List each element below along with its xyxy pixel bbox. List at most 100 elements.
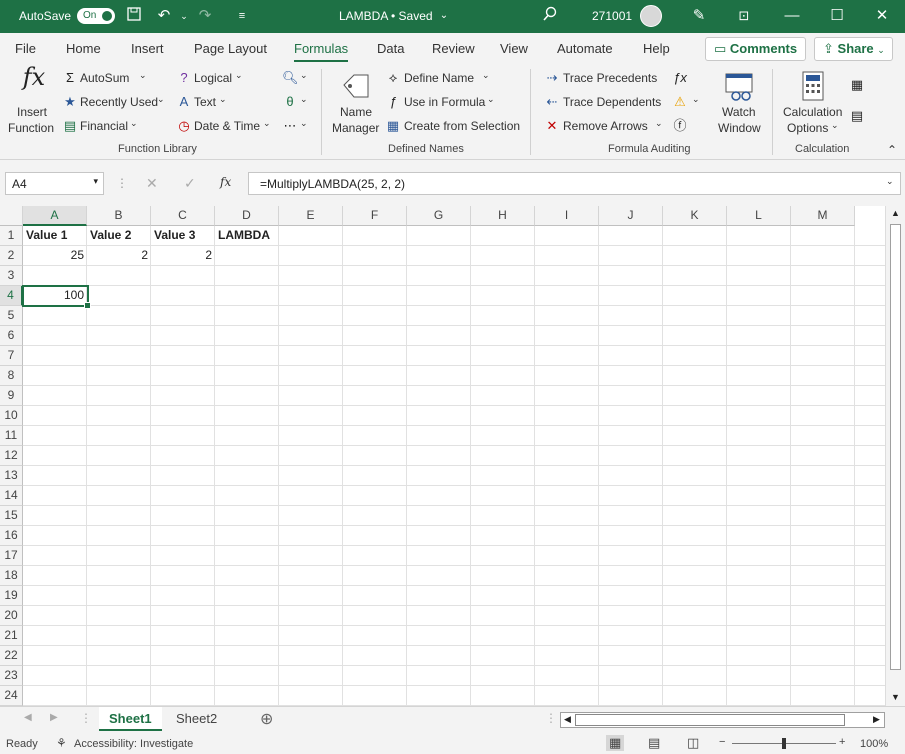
avatar[interactable] [640, 5, 662, 27]
cell-b1[interactable]: Value 2 [87, 226, 151, 246]
more-functions-dropdown-icon[interactable]: ⌄ [300, 118, 308, 129]
insert-function-fx-button[interactable]: fx [220, 175, 231, 189]
row-header-4[interactable]: 4 [0, 286, 23, 306]
math-trig-icon[interactable]: θ [282, 94, 298, 110]
vertical-scrollbar[interactable]: ▲ ▼ [885, 206, 905, 706]
zoom-out-icon[interactable]: − [719, 736, 725, 748]
customize-toolbar-icon[interactable]: ≡ [232, 6, 252, 26]
scroll-right-icon[interactable]: ▶ [873, 714, 880, 725]
share-button[interactable]: ⇪ Share ⌄ [814, 37, 893, 61]
create-from-selection-icon[interactable]: ▦ [385, 118, 401, 134]
row-header-2[interactable]: 2 [0, 246, 23, 266]
text-dropdown-icon[interactable]: ⌄ [219, 94, 227, 105]
redo-icon[interactable]: ↷ [195, 6, 215, 26]
pen-icon[interactable]: ✎ [689, 6, 709, 26]
calculation-options-label[interactable]: Calculation [783, 105, 842, 119]
math-dropdown-icon[interactable]: ⌄ [300, 94, 308, 105]
row-header-1[interactable]: 1 [0, 226, 23, 246]
row-header-17[interactable]: 17 [0, 546, 23, 566]
use-in-formula-button[interactable]: Use in Formula [404, 95, 485, 109]
comments-button[interactable]: ▭ Comments [705, 37, 806, 61]
recently-used-button[interactable]: Recently Used [80, 95, 158, 109]
more-functions-icon[interactable]: ⋯ [282, 118, 298, 134]
zoom-level[interactable]: 100% [860, 738, 888, 750]
column-header-f[interactable]: F [343, 206, 407, 226]
document-title[interactable]: LAMBDA • Saved [339, 9, 433, 23]
sheet-tab-sheet1[interactable]: Sheet1 [99, 707, 162, 731]
enter-icon[interactable]: ✓ [184, 175, 196, 192]
save-icon[interactable] [124, 6, 144, 26]
cancel-icon[interactable]: ✕ [146, 175, 158, 192]
trace-precedents-button[interactable]: Trace Precedents [563, 71, 657, 85]
remove-arrows-icon[interactable]: ✕ [544, 118, 560, 134]
horizontal-scrollbar[interactable]: ◀ ▶ [560, 712, 885, 728]
name-box-dropdown-icon[interactable]: ▾ [93, 176, 98, 187]
tab-review[interactable]: Review [432, 41, 475, 56]
row-header-8[interactable]: 8 [0, 366, 23, 386]
vertical-scroll-thumb[interactable] [890, 224, 901, 670]
row-header-21[interactable]: 21 [0, 626, 23, 646]
logical-button[interactable]: Logical [194, 71, 232, 85]
row-header-5[interactable]: 5 [0, 306, 23, 326]
row-header-11[interactable]: 11 [0, 426, 23, 446]
trace-dependents-button[interactable]: Trace Dependents [563, 95, 661, 109]
horizontal-scroll-thumb[interactable] [575, 714, 845, 726]
next-sheet-icon[interactable]: ▶ [50, 712, 58, 723]
date-time-dropdown-icon[interactable]: ⌄ [263, 118, 271, 129]
tab-automate[interactable]: Automate [557, 41, 613, 56]
tab-help[interactable]: Help [643, 41, 670, 56]
scroll-up-icon[interactable]: ▲ [891, 208, 900, 218]
formula-input[interactable]: =MultiplyLAMBDA(25, 2, 2) [248, 172, 901, 195]
show-formulas-icon[interactable]: ƒx [672, 70, 688, 86]
recently-used-dropdown-icon[interactable]: ⌄ [157, 94, 165, 105]
page-layout-view-icon[interactable]: ▤ [648, 735, 660, 751]
row-header-6[interactable]: 6 [0, 326, 23, 346]
accessibility-status[interactable]: Accessibility: Investigate [74, 738, 193, 750]
undo-dropdown-icon[interactable]: ⌄ [174, 6, 194, 26]
column-header-c[interactable]: C [151, 206, 215, 226]
calculate-now-icon[interactable]: ▦ [849, 77, 865, 93]
column-header-k[interactable]: K [663, 206, 727, 226]
watch-window-label-2[interactable]: Window [718, 121, 761, 135]
row-header-3[interactable]: 3 [0, 266, 23, 286]
logical-dropdown-icon[interactable]: ⌄ [235, 70, 243, 81]
page-break-view-icon[interactable]: ◫ [687, 735, 699, 751]
calculate-sheet-icon[interactable]: ▤ [849, 108, 865, 124]
expand-formula-bar-icon[interactable]: ⌄ [886, 176, 894, 187]
sheet-tab-sheet2[interactable]: Sheet2 [166, 707, 227, 731]
maximize-icon[interactable]: ☐ [827, 6, 847, 26]
row-header-12[interactable]: 12 [0, 446, 23, 466]
tab-insert[interactable]: Insert [131, 41, 164, 56]
search-icon[interactable] [540, 6, 560, 26]
row-header-18[interactable]: 18 [0, 566, 23, 586]
financial-dropdown-icon[interactable]: ⌄ [130, 118, 138, 129]
ribbon-display-icon[interactable]: ⊡ [734, 6, 754, 26]
title-dropdown-icon[interactable]: ⌄ [434, 6, 454, 26]
row-header-7[interactable]: 7 [0, 346, 23, 366]
tab-file[interactable]: File [15, 41, 36, 56]
lookup-dropdown-icon[interactable]: ⌄ [300, 70, 308, 81]
use-in-formula-dropdown-icon[interactable]: ⌄ [487, 94, 495, 105]
tab-split-handle-icon[interactable]: ⋮ [545, 711, 557, 725]
prev-sheet-icon[interactable]: ◀ [24, 712, 32, 723]
name-box[interactable]: A4 ▾ [5, 172, 104, 195]
zoom-in-icon[interactable]: + [839, 736, 845, 748]
minimize-icon[interactable]: — [782, 6, 802, 26]
row-header-22[interactable]: 22 [0, 646, 23, 666]
financial-icon[interactable]: ▤ [62, 118, 78, 134]
row-header-19[interactable]: 19 [0, 586, 23, 606]
use-in-formula-icon[interactable]: ƒ [385, 94, 401, 110]
collapse-ribbon-icon[interactable]: ⌃ [887, 143, 897, 157]
watch-window-icon[interactable] [724, 71, 756, 103]
column-header-b[interactable]: B [87, 206, 151, 226]
column-header-m[interactable]: M [791, 206, 855, 226]
calculation-options-label-2[interactable]: Options [787, 121, 828, 135]
autosum-dropdown-icon[interactable]: ⌄ [139, 70, 147, 81]
define-name-button[interactable]: Define Name [404, 71, 474, 85]
undo-icon[interactable]: ↶ [154, 6, 174, 26]
cell-c1[interactable]: Value 3 [151, 226, 215, 246]
close-icon[interactable]: ✕ [872, 6, 892, 26]
name-manager-icon[interactable] [340, 71, 372, 103]
row-header-13[interactable]: 13 [0, 466, 23, 486]
row-header-23[interactable]: 23 [0, 666, 23, 686]
